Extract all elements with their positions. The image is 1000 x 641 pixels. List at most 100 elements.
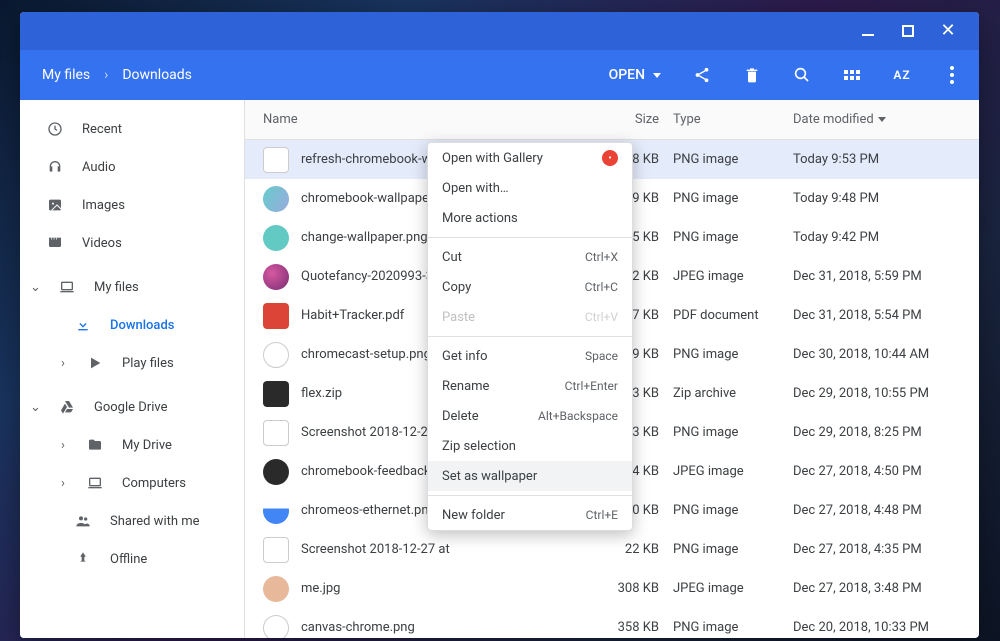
file-thumbnail bbox=[263, 615, 289, 639]
column-name[interactable]: Name bbox=[263, 112, 603, 127]
sidebar-item-offline[interactable]: Offline bbox=[20, 540, 244, 578]
context-menu-label: Get info bbox=[442, 349, 488, 364]
context-menu-item[interactable]: RenameCtrl+Enter bbox=[428, 371, 632, 401]
default-app-badge-icon: • bbox=[602, 150, 618, 166]
context-menu-item[interactable]: DeleteAlt+Backspace bbox=[428, 401, 632, 431]
file-date: Dec 30, 2018, 10:44 AM bbox=[793, 347, 961, 362]
file-date: Dec 27, 2018, 4:48 PM bbox=[793, 503, 961, 518]
breadcrumb: My files › Downloads bbox=[42, 67, 192, 83]
sidebar-item-label: Computers bbox=[122, 476, 186, 491]
file-row[interactable]: Screenshot 2018-12-27 at22 KBPNG imageDe… bbox=[245, 530, 979, 569]
window-maximize-icon[interactable] bbox=[901, 24, 915, 38]
file-date: Today 9:53 PM bbox=[793, 152, 961, 167]
file-type: JPEG image bbox=[673, 464, 793, 479]
window-close-icon[interactable]: ✕ bbox=[941, 24, 955, 38]
file-size: 22 KB bbox=[603, 542, 673, 557]
search-icon[interactable] bbox=[793, 66, 811, 84]
chevron-down-icon: ⌄ bbox=[30, 280, 40, 295]
context-menu-label: Set as wallpaper bbox=[442, 469, 537, 484]
drive-icon bbox=[58, 399, 76, 415]
chevron-down-icon bbox=[653, 73, 661, 78]
window-titlebar: ✕ bbox=[20, 12, 979, 50]
sidebar-item-label: Audio bbox=[82, 160, 115, 175]
file-date: Dec 29, 2018, 10:55 PM bbox=[793, 386, 961, 401]
window-minimize-icon[interactable] bbox=[861, 24, 875, 38]
file-date: Dec 27, 2018, 4:35 PM bbox=[793, 542, 961, 557]
breadcrumb-current[interactable]: Downloads bbox=[122, 67, 192, 83]
files-app-window: ✕ My files › Downloads OPEN bbox=[20, 12, 979, 638]
sidebar-item-label: Offline bbox=[110, 552, 147, 567]
context-menu-item[interactable]: Open with Gallery• bbox=[428, 143, 632, 173]
context-menu-item[interactable]: Set as wallpaper bbox=[428, 461, 632, 491]
laptop-icon bbox=[86, 475, 104, 491]
sort-options-button[interactable]: AZ bbox=[893, 66, 911, 84]
file-type: PNG image bbox=[673, 425, 793, 440]
headset-icon bbox=[46, 159, 64, 175]
file-row[interactable]: canvas-chrome.png358 KBPNG imageDec 20, … bbox=[245, 608, 979, 638]
sidebar-item-shared[interactable]: Shared with me bbox=[20, 502, 244, 540]
sidebar-item-audio[interactable]: Audio bbox=[20, 148, 244, 186]
file-thumbnail bbox=[263, 225, 289, 251]
sidebar-group-myfiles[interactable]: ⌄ My files bbox=[20, 268, 244, 306]
column-size[interactable]: Size bbox=[603, 112, 673, 127]
context-menu-label: Copy bbox=[442, 280, 471, 295]
chevron-right-icon: › bbox=[104, 67, 108, 83]
context-menu-item[interactable]: New folderCtrl+E bbox=[428, 500, 632, 530]
file-date: Today 9:48 PM bbox=[793, 191, 961, 206]
file-type: PNG image bbox=[673, 542, 793, 557]
file-thumbnail bbox=[263, 342, 289, 368]
file-row[interactable]: me.jpg308 KBJPEG imageDec 27, 2018, 3:48… bbox=[245, 569, 979, 608]
breadcrumb-root[interactable]: My files bbox=[42, 67, 90, 83]
file-thumbnail bbox=[263, 576, 289, 602]
file-thumbnail bbox=[263, 264, 289, 290]
context-menu-item[interactable]: CopyCtrl+C bbox=[428, 272, 632, 302]
file-type: PNG image bbox=[673, 503, 793, 518]
more-menu-icon[interactable] bbox=[943, 66, 961, 84]
sidebar-item-downloads[interactable]: Downloads bbox=[20, 306, 244, 344]
sidebar-item-recent[interactable]: Recent bbox=[20, 110, 244, 148]
file-date: Dec 31, 2018, 5:54 PM bbox=[793, 308, 961, 323]
sidebar-item-playfiles[interactable]: › Play files bbox=[20, 344, 244, 382]
context-menu-label: New folder bbox=[442, 508, 505, 523]
file-thumbnail bbox=[263, 381, 289, 407]
sidebar-item-mydrive[interactable]: › My Drive bbox=[20, 426, 244, 464]
file-type: PNG image bbox=[673, 230, 793, 245]
context-menu-item[interactable]: More actions bbox=[428, 203, 632, 233]
column-type[interactable]: Type bbox=[673, 112, 793, 127]
file-type: PDF document bbox=[673, 308, 793, 323]
pin-icon bbox=[74, 551, 92, 567]
sort-desc-icon bbox=[878, 117, 886, 122]
sidebar-group-gdrive[interactable]: ⌄ Google Drive bbox=[20, 388, 244, 426]
file-size: 358 KB bbox=[603, 620, 673, 635]
open-button[interactable]: OPEN bbox=[609, 67, 661, 83]
context-menu-item[interactable]: Open with… bbox=[428, 173, 632, 203]
column-date[interactable]: Date modified bbox=[793, 112, 961, 127]
chevron-down-icon: ⌄ bbox=[30, 400, 40, 415]
file-name: me.jpg bbox=[301, 581, 603, 596]
file-thumbnail bbox=[263, 186, 289, 212]
context-menu-shortcut: Ctrl+Enter bbox=[565, 379, 618, 393]
context-menu-item[interactable]: CutCtrl+X bbox=[428, 242, 632, 272]
file-thumbnail bbox=[263, 303, 289, 329]
column-date-label: Date modified bbox=[793, 112, 874, 127]
view-grid-icon[interactable] bbox=[843, 66, 861, 84]
context-menu-shortcut: Space bbox=[585, 349, 618, 363]
file-thumbnail bbox=[263, 147, 289, 173]
folder-icon bbox=[86, 437, 104, 453]
laptop-icon bbox=[58, 279, 76, 295]
context-menu-label: More actions bbox=[442, 211, 518, 226]
context-menu-item[interactable]: Get info Space bbox=[428, 341, 632, 371]
sidebar-item-videos[interactable]: Videos bbox=[20, 224, 244, 262]
chevron-right-icon: › bbox=[58, 476, 68, 491]
sidebar-item-computers[interactable]: › Computers bbox=[20, 464, 244, 502]
play-icon bbox=[86, 355, 104, 371]
sidebar-item-images[interactable]: Images bbox=[20, 186, 244, 224]
context-menu-label: Open with… bbox=[442, 181, 509, 196]
delete-icon[interactable] bbox=[743, 66, 761, 84]
context-menu-shortcut: Ctrl+V bbox=[585, 310, 618, 324]
context-menu-item[interactable]: Zip selection bbox=[428, 431, 632, 461]
context-menu-separator bbox=[428, 336, 632, 337]
file-type: PNG image bbox=[673, 347, 793, 362]
file-size: 308 KB bbox=[603, 581, 673, 596]
share-icon[interactable] bbox=[693, 66, 711, 84]
